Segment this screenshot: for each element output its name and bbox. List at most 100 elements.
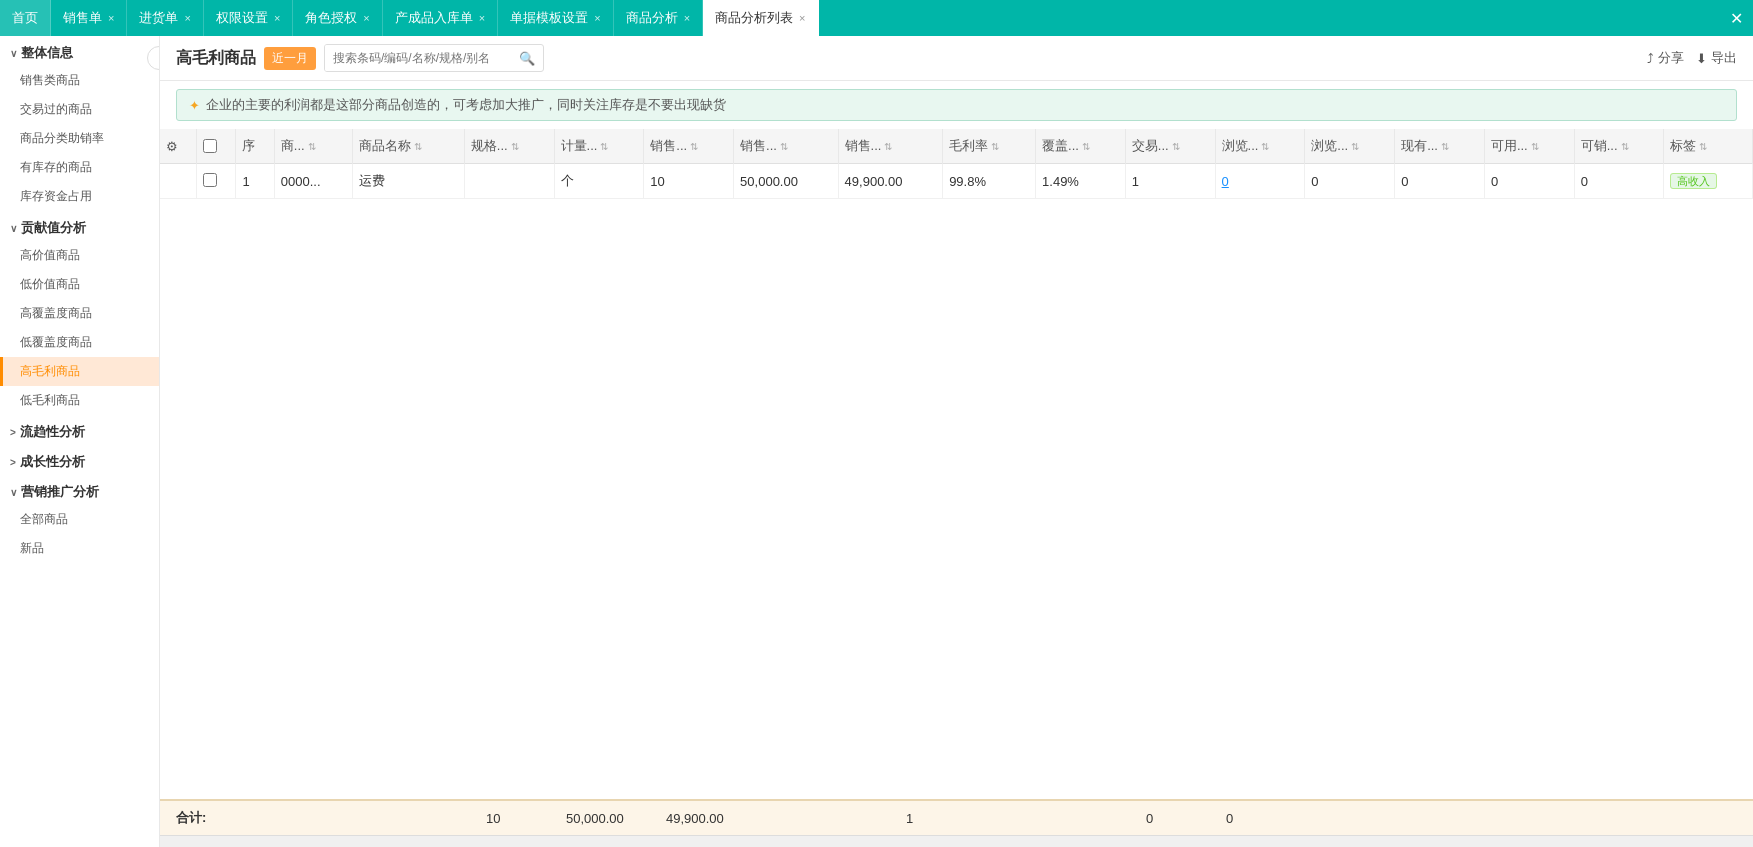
footer-cell: 50,000.00 <box>560 811 660 826</box>
sidebar-item[interactable]: 高毛利商品 <box>0 357 159 386</box>
sort-icon: ⇅ <box>1261 141 1269 152</box>
col-header-sales_amt[interactable]: 销售...⇅ <box>734 129 839 164</box>
tab-close-icon[interactable]: × <box>363 13 369 24</box>
sidebar-item[interactable]: 库存资金占用 <box>0 182 159 211</box>
footer-cell: 0 <box>1140 811 1220 826</box>
sidebar-item[interactable]: 新品 <box>0 534 159 563</box>
header-actions: ⤴ 分享 ⬇ 导出 <box>1647 49 1737 67</box>
nav-tab[interactable]: 进货单× <box>127 0 203 36</box>
footer-cell: 1 <box>900 811 980 826</box>
sidebar-group-title[interactable]: >成长性分析 <box>0 445 159 475</box>
sidebar-group-title[interactable]: ∨贡献值分析 <box>0 211 159 241</box>
data-table: ⚙序商...⇅商品名称⇅规格...⇅计量...⇅销售...⇅销售...⇅销售..… <box>160 129 1753 199</box>
col-header-sales_qty[interactable]: 销售...⇅ <box>644 129 734 164</box>
tab-close-icon[interactable]: × <box>684 13 690 24</box>
cell-browse1[interactable]: 0 <box>1215 164 1305 199</box>
col-header-gross_margin[interactable]: 毛利率⇅ <box>943 129 1036 164</box>
sidebar-item[interactable]: 有库存的商品 <box>0 153 159 182</box>
col-header-trade_count[interactable]: 交易...⇅ <box>1125 129 1215 164</box>
close-all-icon[interactable]: ✕ <box>1730 9 1743 28</box>
select-all-checkbox[interactable] <box>203 139 217 153</box>
footer-cell <box>1060 811 1140 826</box>
info-banner-text: 企业的主要的利润都是这部分商品创造的，可考虑加大推广，同时关注库存是不要出现缺货 <box>206 96 726 114</box>
sidebar-group-label: 流趋性分析 <box>20 423 85 441</box>
sidebar-item[interactable]: 低价值商品 <box>0 270 159 299</box>
tab-close-icon[interactable]: × <box>479 13 485 24</box>
cell-spec <box>464 164 554 199</box>
nav-tab[interactable]: 商品分析× <box>614 0 703 36</box>
search-input[interactable] <box>325 45 511 71</box>
cell-browse2: 0 <box>1305 164 1395 199</box>
sidebar-group-title[interactable]: > 流趋性分析 <box>0 415 159 445</box>
sidebar-item[interactable]: 低毛利商品 <box>0 386 159 415</box>
col-header-checkbox[interactable] <box>196 129 236 164</box>
col-header-sales_profit[interactable]: 销售...⇅ <box>838 129 943 164</box>
sidebar-group: ∨营销推广分析全部商品新品 <box>0 475 159 563</box>
sidebar-item[interactable]: 交易过的商品 <box>0 95 159 124</box>
col-header-current_stock[interactable]: 现有...⇅ <box>1395 129 1485 164</box>
export-icon: ⬇ <box>1696 51 1707 66</box>
nav-tab[interactable]: 销售单× <box>51 0 127 36</box>
col-header-tag[interactable]: 标签⇅ <box>1664 129 1753 164</box>
sidebar-group-title[interactable]: ∨整体信息 <box>0 36 159 66</box>
nav-tab[interactable]: 产成品入库单× <box>383 0 498 36</box>
col-header-code[interactable]: 商...⇅ <box>274 129 352 164</box>
row-checkbox[interactable] <box>203 173 217 187</box>
table-row: 10000...运费个1050,000.0049,900.0099.8%1.49… <box>160 164 1753 199</box>
tab-close-icon[interactable]: × <box>274 13 280 24</box>
search-icon[interactable]: 🔍 <box>511 51 543 66</box>
col-header-name[interactable]: 商品名称⇅ <box>352 129 464 164</box>
col-header-seq[interactable]: 序 <box>236 129 274 164</box>
sort-icon: ⇅ <box>780 141 788 152</box>
share-button[interactable]: ⤴ 分享 <box>1647 49 1684 67</box>
nav-tab[interactable]: 商品分析列表× <box>703 0 818 36</box>
col-header-saleable_stock[interactable]: 可销...⇅ <box>1574 129 1664 164</box>
content-area: 高毛利商品 近一月 🔍 ⤴ 分享 ⬇ 导出 ✦ 企业的主要的利润都是这部分商品创… <box>160 36 1753 847</box>
col-header-browse1[interactable]: 浏览...⇅ <box>1215 129 1305 164</box>
sort-icon: ⇅ <box>1351 141 1359 152</box>
sidebar-item[interactable]: 商品分类助销率 <box>0 124 159 153</box>
content-header: 高毛利商品 近一月 🔍 ⤴ 分享 ⬇ 导出 <box>160 36 1753 81</box>
time-filter-button[interactable]: 近一月 <box>264 47 316 70</box>
sidebar-group-arrow-icon: ∨ <box>10 487 17 498</box>
col-header-available_stock[interactable]: 可用...⇅ <box>1484 129 1574 164</box>
sidebar-group-title[interactable]: ∨营销推广分析 <box>0 475 159 505</box>
nav-tab[interactable]: 首页 <box>0 0 51 36</box>
footer-cell: 10 <box>480 811 560 826</box>
tab-close-icon[interactable]: × <box>108 13 114 24</box>
cell-tag[interactable]: 高收入 <box>1664 164 1753 199</box>
cell-settings <box>160 164 196 199</box>
sidebar-item[interactable]: 全部商品 <box>0 505 159 534</box>
sidebar-item[interactable]: 低覆盖度商品 <box>0 328 159 357</box>
export-button[interactable]: ⬇ 导出 <box>1696 49 1737 67</box>
sidebar-item[interactable]: 高覆盖度商品 <box>0 299 159 328</box>
cell-checkbox[interactable] <box>196 164 236 199</box>
browse-link[interactable]: 0 <box>1222 174 1229 189</box>
col-header-browse2[interactable]: 浏览...⇅ <box>1305 129 1395 164</box>
sidebar-group-label: 整体信息 <box>21 44 73 62</box>
col-header-unit[interactable]: 计量...⇅ <box>554 129 644 164</box>
sidebar-item[interactable]: 销售类商品 <box>0 66 159 95</box>
tab-close-icon[interactable]: × <box>184 13 190 24</box>
col-header-settings[interactable]: ⚙ <box>160 129 196 164</box>
footer-cell: 49,900.00 <box>660 811 760 826</box>
cell-sales_amt: 50,000.00 <box>734 164 839 199</box>
sort-icon: ⇅ <box>1172 141 1180 152</box>
col-header-coverage[interactable]: 覆盖...⇅ <box>1036 129 1126 164</box>
footer-cell <box>980 811 1060 826</box>
cell-saleable_stock: 0 <box>1574 164 1664 199</box>
info-icon: ✦ <box>189 98 200 113</box>
tab-close-icon[interactable]: × <box>799 13 805 24</box>
tab-close-icon[interactable]: × <box>594 13 600 24</box>
nav-tab[interactable]: 单据模板设置× <box>498 0 613 36</box>
sort-icon: ⇅ <box>991 141 999 152</box>
sidebar-group-arrow-icon: > <box>10 427 16 438</box>
col-header-spec[interactable]: 规格...⇅ <box>464 129 554 164</box>
sort-icon: ⇅ <box>1441 141 1449 152</box>
nav-tab[interactable]: 权限设置× <box>204 0 293 36</box>
nav-tab[interactable]: 角色授权× <box>293 0 382 36</box>
footer-cell <box>320 811 400 826</box>
search-box: 🔍 <box>324 44 544 72</box>
horizontal-scrollbar[interactable] <box>160 835 1753 847</box>
sidebar-item[interactable]: 高价值商品 <box>0 241 159 270</box>
